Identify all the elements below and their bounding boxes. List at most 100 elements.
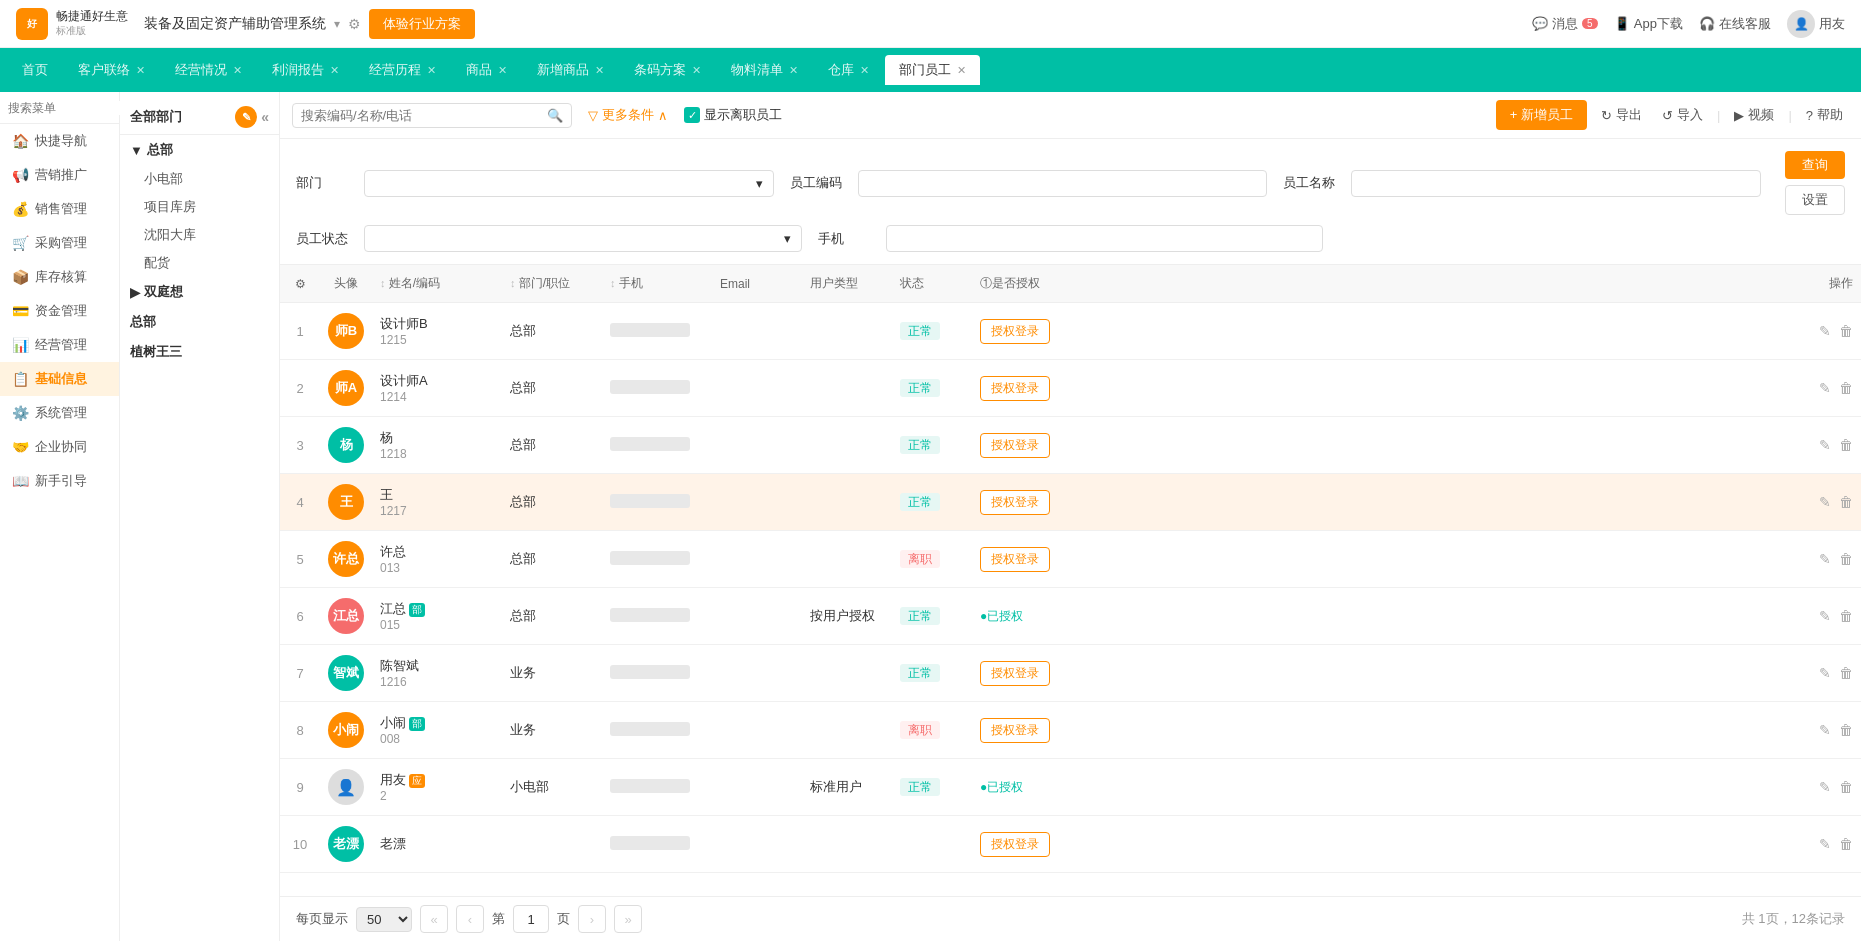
auth-login-btn[interactable]: 授权登录 [980,661,1050,686]
delete-btn[interactable]: 🗑 [1839,380,1853,396]
edit-btn[interactable]: ✎ [1819,494,1831,510]
edit-btn[interactable]: ✎ [1819,380,1831,396]
add-employee-btn[interactable]: + 新增员工 [1496,100,1587,130]
sidebar-item-marketing[interactable]: 📢 营销推广 [0,158,119,192]
reset-btn[interactable]: 设置 [1785,185,1845,215]
search-input[interactable] [301,108,543,123]
nav-tab-barcode[interactable]: 条码方案 ✕ [620,55,715,85]
sidebar-item-collab[interactable]: 🤝 企业协同 [0,430,119,464]
auth-login-btn[interactable]: 授权登录 [980,433,1050,458]
dept-child-xiaodian[interactable]: 小电部 [120,165,279,193]
phone-input[interactable] [886,225,1324,252]
close-icon[interactable]: ✕ [957,64,966,77]
col-settings[interactable]: ⚙ [280,265,320,303]
sidebar-item-purchase[interactable]: 🛒 采购管理 [0,226,119,260]
sidebar-item-sales[interactable]: 💰 销售管理 [0,192,119,226]
nav-tab-dept-employee[interactable]: 部门员工 ✕ [885,55,980,85]
emp-name-input[interactable] [1351,170,1761,197]
filter-more-btn[interactable]: ▽ 更多条件 ∧ [580,102,676,128]
show-resigned-area[interactable]: ✓ 显示离职员工 [684,106,782,124]
nav-tab-home[interactable]: 首页 [8,55,62,85]
col-name[interactable]: ↕ 姓名/编码 [372,265,502,303]
nav-tab-bom[interactable]: 物料清单 ✕ [717,55,812,85]
delete-btn[interactable]: 🗑 [1839,836,1853,852]
delete-btn[interactable]: 🗑 [1839,665,1853,681]
dept-section-headquarter[interactable]: ▼ 总部 [120,135,279,165]
message-btn[interactable]: 💬 消息 5 [1532,15,1598,33]
delete-btn[interactable]: 🗑 [1839,437,1853,453]
close-icon[interactable]: ✕ [233,64,242,77]
dept-collapse-icon[interactable]: « [261,109,269,125]
nav-tab-warehouse[interactable]: 仓库 ✕ [814,55,883,85]
app-download-btn[interactable]: 📱 App下载 [1614,15,1683,33]
sidebar-item-basic-info[interactable]: 📋 基础信息 [0,362,119,396]
dept-section-headquarter2[interactable]: 总部 [120,307,279,337]
close-icon[interactable]: ✕ [498,64,507,77]
edit-btn[interactable]: ✎ [1819,323,1831,339]
nav-tab-add-goods[interactable]: 新增商品 ✕ [523,55,618,85]
user-area[interactable]: 👤 用友 [1787,10,1845,38]
delete-btn[interactable]: 🗑 [1839,323,1853,339]
per-page-select[interactable]: 50 100 [356,907,412,932]
edit-btn[interactable]: ✎ [1819,779,1831,795]
nav-tab-goods[interactable]: 商品 ✕ [452,55,521,85]
import-btn[interactable]: ↺ 导入 [1656,102,1709,128]
dept-section-shuangting[interactable]: ▶ 双庭想 [120,277,279,307]
trial-button[interactable]: 体验行业方案 [369,9,475,39]
close-icon[interactable]: ✕ [595,64,604,77]
query-btn[interactable]: 查询 [1785,151,1845,179]
view-btn[interactable]: ▶ 视频 [1728,102,1780,128]
close-icon[interactable]: ✕ [330,64,339,77]
dept-child-distribution[interactable]: 配货 [120,249,279,277]
auth-login-btn[interactable]: 授权登录 [980,547,1050,572]
delete-btn[interactable]: 🗑 [1839,551,1853,567]
dept-select[interactable]: ▾ [364,170,774,197]
close-icon[interactable]: ✕ [860,64,869,77]
gear-icon[interactable]: ⚙ [348,16,361,32]
edit-btn[interactable]: ✎ [1819,608,1831,624]
sidebar-item-finance[interactable]: 💳 资金管理 [0,294,119,328]
delete-btn[interactable]: 🗑 [1839,779,1853,795]
delete-btn[interactable]: 🗑 [1839,608,1853,624]
delete-btn[interactable]: 🗑 [1839,722,1853,738]
last-page-btn[interactable]: » [614,905,642,933]
col-phone[interactable]: ↕ 手机 [602,265,712,303]
online-service-btn[interactable]: 🎧 在线客服 [1699,15,1771,33]
nav-tab-customer[interactable]: 客户联络 ✕ [64,55,159,85]
help-btn[interactable]: ? 帮助 [1800,102,1849,128]
dept-section-zhishu[interactable]: 植树王三 [120,337,279,367]
col-dept[interactable]: ↕ 部门/职位 [502,265,602,303]
close-icon[interactable]: ✕ [427,64,436,77]
auth-login-btn[interactable]: 授权登录 [980,376,1050,401]
dept-child-shenyang[interactable]: 沈阳大库 [120,221,279,249]
close-icon[interactable]: ✕ [136,64,145,77]
close-icon[interactable]: ✕ [789,64,798,77]
sidebar-item-guide[interactable]: 📖 新手引导 [0,464,119,498]
dept-child-project[interactable]: 项目库房 [120,193,279,221]
sidebar-item-inventory[interactable]: 📦 库存核算 [0,260,119,294]
sidebar-item-shortcut[interactable]: 🏠 快捷导航 [0,124,119,158]
auth-login-btn[interactable]: 授权登录 [980,490,1050,515]
first-page-btn[interactable]: « [420,905,448,933]
emp-status-select[interactable]: ▾ [364,225,802,252]
auth-login-btn[interactable]: 授权登录 [980,319,1050,344]
delete-btn[interactable]: 🗑 [1839,494,1853,510]
emp-code-input[interactable] [858,170,1268,197]
export-btn[interactable]: ↻ 导出 [1595,102,1648,128]
edit-btn[interactable]: ✎ [1819,665,1831,681]
sidebar-item-management[interactable]: 📊 经营管理 [0,328,119,362]
edit-btn[interactable]: ✎ [1819,836,1831,852]
edit-btn[interactable]: ✎ [1819,551,1831,567]
auth-login-btn[interactable]: 授权登录 [980,832,1050,857]
auth-login-btn[interactable]: 授权登录 [980,718,1050,743]
edit-btn[interactable]: ✎ [1819,722,1831,738]
prev-page-btn[interactable]: ‹ [456,905,484,933]
close-icon[interactable]: ✕ [692,64,701,77]
nav-tab-history[interactable]: 经营历程 ✕ [355,55,450,85]
dropdown-arrow-icon[interactable]: ▾ [334,17,340,31]
page-input[interactable] [513,905,549,933]
sidebar-item-system[interactable]: ⚙️ 系统管理 [0,396,119,430]
dept-edit-btn[interactable]: ✎ [235,106,257,128]
nav-tab-profit[interactable]: 利润报告 ✕ [258,55,353,85]
next-page-btn[interactable]: › [578,905,606,933]
